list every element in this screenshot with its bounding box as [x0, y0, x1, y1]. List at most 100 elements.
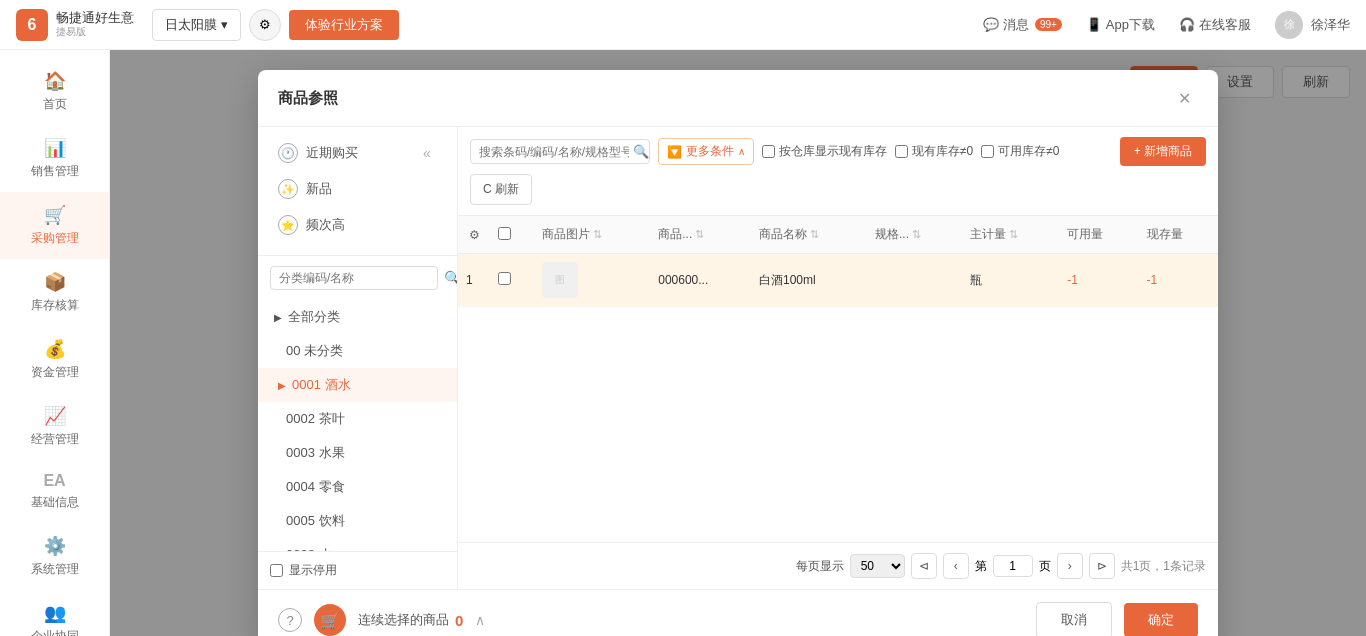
cell-stock: -1 — [1139, 254, 1218, 307]
sidebar-item-purchase[interactable]: 🛒 采购管理 — [0, 192, 109, 259]
new-icon: ✨ — [278, 179, 298, 199]
sidebar-item-sales[interactable]: 📊 销售管理 — [0, 125, 109, 192]
category-0008[interactable]: 0008 水 — [258, 538, 457, 551]
th-unit: 主计量 ⇅ — [962, 216, 1060, 254]
page-last-btn[interactable]: ⊳ — [1089, 553, 1115, 579]
messages-badge: 99+ — [1035, 18, 1062, 31]
finance-icon: 💰 — [44, 338, 66, 360]
sidebar-label-collab: 企业协同 — [31, 628, 79, 636]
product-table-wrap: ⚙ 商品图片 ⇅ — [458, 216, 1218, 542]
logo-icon: 6 — [16, 9, 48, 41]
quick-new-label: 新品 — [306, 180, 332, 198]
category-search-input[interactable] — [270, 266, 438, 290]
select-all-checkbox[interactable] — [498, 227, 511, 240]
modal-body: 🕐 近期购买 « ✨ 新品 ⭐ 频次高 — [258, 127, 1218, 589]
th-settings: ⚙ — [458, 216, 490, 254]
confirm-btn[interactable]: 确定 — [1124, 603, 1198, 636]
store-name: 日太阳膜 — [165, 16, 217, 34]
logo-area: 6 畅捷通好生意 捷易版 — [16, 9, 136, 41]
sidebar-item-home[interactable]: 🏠 首页 — [0, 58, 109, 125]
page-next-btn[interactable]: › — [1057, 553, 1083, 579]
collapse-left-btn[interactable]: « — [417, 143, 437, 163]
quick-new[interactable]: ✨ 新品 — [270, 173, 445, 205]
product-reference-modal: 商品参照 ✕ 🕐 近期购买 « — [258, 70, 1218, 636]
modal-title: 商品参照 — [278, 89, 338, 108]
nav-right: 💬 消息 99+ 📱 App下载 🎧 在线客服 徐 徐泽华 — [967, 11, 1350, 39]
sidebar-item-system[interactable]: ⚙️ 系统管理 — [0, 523, 109, 590]
sidebar: 🏠 首页 📊 销售管理 🛒 采购管理 📦 库存核算 💰 资金管理 📈 经营管理 … — [0, 50, 110, 636]
product-table: ⚙ 商品图片 ⇅ — [458, 216, 1218, 307]
page-prev-btn[interactable]: ‹ — [943, 553, 969, 579]
avail-nonzero-checkbox[interactable] — [981, 145, 994, 158]
stock-nonzero-checkbox[interactable] — [895, 145, 908, 158]
online-service-btn[interactable]: 🎧 在线客服 — [1179, 16, 1251, 34]
avail-nonzero-checkbox-label[interactable]: 可用库存≠0 — [981, 143, 1059, 160]
sidebar-item-finance[interactable]: 💰 资金管理 — [0, 326, 109, 393]
warehouse-checkbox[interactable] — [762, 145, 775, 158]
th-image: 商品图片 ⇅ — [534, 216, 650, 254]
row-checkbox[interactable] — [498, 272, 511, 285]
page-number-input[interactable] — [993, 555, 1033, 577]
modal-close-btn[interactable]: ✕ — [1170, 84, 1198, 112]
help-icon[interactable]: ? — [278, 608, 302, 632]
category-0002[interactable]: 0002 茶叶 — [258, 402, 457, 436]
warehouse-checkbox-label[interactable]: 按仓库显示现有库存 — [762, 143, 887, 160]
table-row[interactable]: 1 图 000600... 白酒100ml — [458, 254, 1218, 307]
category-0003[interactable]: 0003 水果 — [258, 436, 457, 470]
quick-frequent[interactable]: ⭐ 频次高 — [270, 209, 445, 241]
table-settings-icon[interactable]: ⚙ — [469, 228, 480, 242]
quick-recent[interactable]: 🕐 近期购买 « — [270, 137, 445, 169]
product-search-icon[interactable]: 🔍 — [633, 144, 649, 159]
category-0005[interactable]: 0005 饮料 — [258, 504, 457, 538]
messages-btn[interactable]: 💬 消息 99+ — [983, 16, 1062, 34]
category-search-icon[interactable]: 🔍 — [444, 270, 458, 286]
cell-spec — [867, 254, 962, 307]
sort-image-icon: ⇅ — [593, 228, 602, 241]
category-0005-label: 0005 饮料 — [286, 512, 345, 530]
user-area[interactable]: 徐 徐泽华 — [1275, 11, 1350, 39]
category-0001[interactable]: ▶ 0001 酒水 — [258, 368, 457, 402]
base-info-icon: EA — [43, 472, 65, 490]
top-nav: 6 畅捷通好生意 捷易版 日太阳膜 ▾ ⚙ 体验行业方案 💬 消息 99+ 📱 … — [0, 0, 1366, 50]
category-0004[interactable]: 0004 零食 — [258, 470, 457, 504]
show-disabled-checkbox[interactable] — [270, 564, 283, 577]
sidebar-item-inventory[interactable]: 📦 库存核算 — [0, 259, 109, 326]
product-search-input[interactable] — [479, 145, 629, 159]
cart-icon[interactable]: 🛒 — [314, 604, 346, 636]
stock-nonzero-checkbox-label[interactable]: 现有库存≠0 — [895, 143, 973, 160]
refresh-table-btn[interactable]: C 刷新 — [470, 174, 532, 205]
category-00-label: 00 未分类 — [286, 342, 343, 360]
sort-unit-icon: ⇅ — [1009, 228, 1018, 241]
page-size-label: 每页显示 — [796, 558, 844, 575]
modal-header: 商品参照 ✕ — [258, 70, 1218, 127]
quick-access-section: 🕐 近期购买 « ✨ 新品 ⭐ 频次高 — [258, 127, 457, 251]
content-area: 查询 设置 刷新 商品参照 ✕ 🕐 — [110, 50, 1366, 636]
cell-checkbox — [490, 254, 534, 307]
sidebar-item-base-info[interactable]: EA 基础信息 — [0, 460, 109, 523]
left-panel: 🕐 近期购买 « ✨ 新品 ⭐ 频次高 — [258, 127, 458, 589]
app-download-btn[interactable]: 📱 App下载 — [1086, 16, 1155, 34]
warehouse-checkbox-text: 按仓库显示现有库存 — [779, 143, 887, 160]
page-size-select[interactable]: 50 100 200 — [850, 554, 905, 578]
sidebar-item-operations[interactable]: 📈 经营管理 — [0, 393, 109, 460]
th-name: 商品名称 ⇅ — [751, 216, 867, 254]
filter-more-btn[interactable]: 🔽 更多条件 ∧ — [658, 138, 754, 165]
sidebar-label-inventory: 库存核算 — [31, 297, 79, 314]
modal-overlay: 商品参照 ✕ 🕐 近期购买 « — [110, 50, 1366, 636]
settings-icon[interactable]: ⚙ — [249, 9, 281, 41]
page-first-btn[interactable]: ⊲ — [911, 553, 937, 579]
stock-nonzero-text: 现有库存≠0 — [912, 143, 973, 160]
category-list: ▶ 全部分类 00 未分类 ▶ 0001 酒水 0002 茶 — [258, 296, 457, 551]
trial-btn[interactable]: 体验行业方案 — [289, 10, 399, 40]
sort-name-icon: ⇅ — [810, 228, 819, 241]
add-product-btn[interactable]: + 新增商品 — [1120, 137, 1206, 166]
right-panel: 🔍 🔽 更多条件 ∧ 按仓库显示现有库存 — [458, 127, 1218, 589]
category-00[interactable]: 00 未分类 — [258, 334, 457, 368]
store-dropdown[interactable]: 日太阳膜 ▾ — [152, 9, 241, 41]
cancel-btn[interactable]: 取消 — [1036, 602, 1112, 636]
category-all[interactable]: ▶ 全部分类 — [258, 300, 457, 334]
show-disabled-label: 显示停用 — [289, 562, 337, 579]
footer-collapse-icon[interactable]: ∧ — [475, 612, 485, 628]
main-layout: 🏠 首页 📊 销售管理 🛒 采购管理 📦 库存核算 💰 资金管理 📈 经营管理 … — [0, 50, 1366, 636]
sidebar-item-collab[interactable]: 👥 企业协同 — [0, 590, 109, 636]
